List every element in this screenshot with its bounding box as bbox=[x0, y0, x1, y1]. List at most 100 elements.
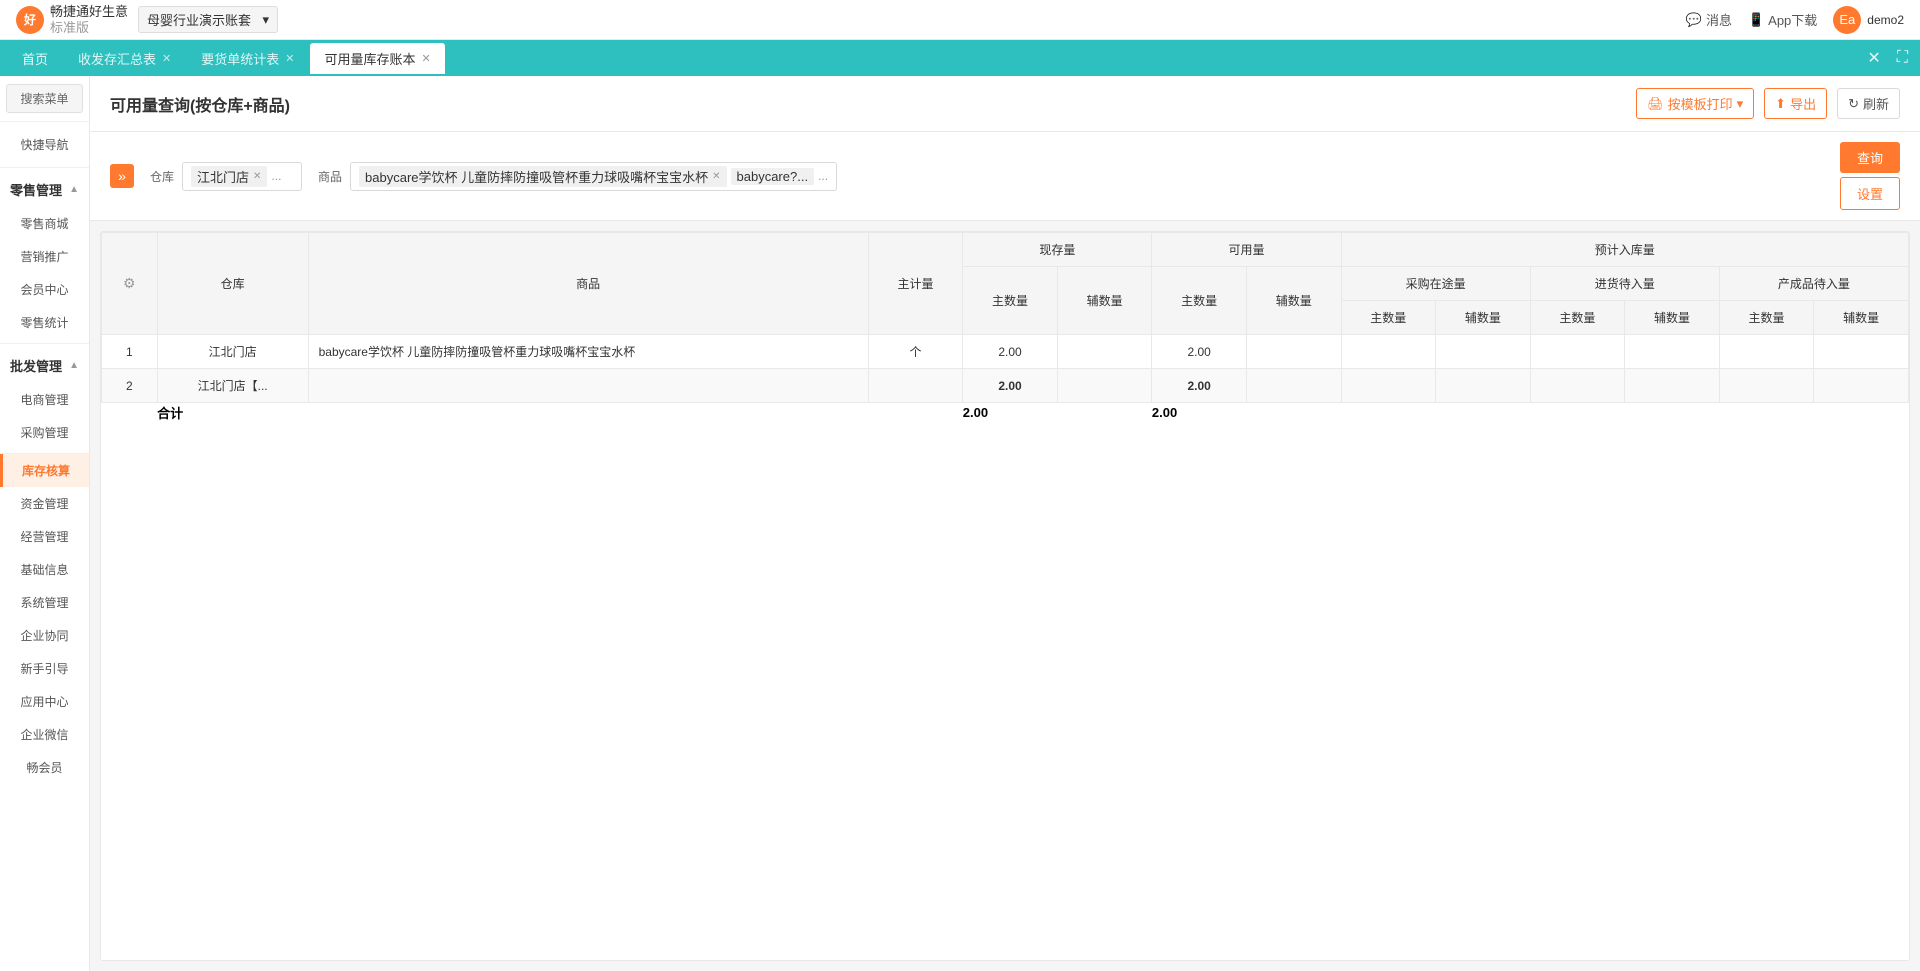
product-tag-1-close[interactable]: ✕ bbox=[712, 171, 720, 182]
row-2-incoming-aux bbox=[1625, 369, 1720, 403]
expand-icon[interactable]: ⛶ bbox=[1893, 45, 1912, 71]
top-bar-right: 💬 消息 📱 App下载 Ea demo2 bbox=[1686, 6, 1904, 34]
row-2-production-aux bbox=[1814, 369, 1909, 403]
sidebar-item-marketing[interactable]: 营销推广 bbox=[0, 240, 89, 273]
search-btn[interactable]: 查询 bbox=[1840, 142, 1900, 173]
sidebar-item-business[interactable]: 经营管理 bbox=[0, 520, 89, 553]
message-icon: 💬 bbox=[1686, 12, 1702, 28]
warehouse-tag-close[interactable]: ✕ bbox=[253, 171, 261, 182]
sidebar-item-basic-info[interactable]: 基础信息 bbox=[0, 553, 89, 586]
footer-purchase-transit-aux bbox=[1436, 403, 1531, 423]
arrow-down-icon: ▲ bbox=[69, 360, 79, 371]
sidebar-item-vip[interactable]: 畅会员 bbox=[0, 751, 89, 784]
tab-order-stats[interactable]: 要货单统计表 ✕ bbox=[187, 43, 308, 74]
filter-product-group: 商品 babycare学饮杯 儿童防摔防撞吸管杯重力球吸嘴杯宝宝水杯 ✕ bab… bbox=[318, 162, 837, 191]
user-area[interactable]: Ea demo2 bbox=[1833, 6, 1904, 34]
sidebar-item-enterprise[interactable]: 企业协同 bbox=[0, 619, 89, 652]
close-all-icon[interactable]: ✕ bbox=[1863, 44, 1884, 72]
row-1-product: babycare学饮杯 儿童防摔防撞吸管杯重力球吸嘴杯宝宝水杯 bbox=[308, 335, 868, 369]
th-current-stock-group: 现存量 bbox=[963, 233, 1152, 267]
th-settings: ⚙ bbox=[102, 233, 158, 335]
sidebar: 搜索菜单 快捷导航 零售管理 ▲ 零售商城 营销推广 会员中心 零售统计 批发管… bbox=[0, 76, 90, 971]
content-area: 可用量查询(按仓库+商品) 🖨 按模板打印 ▾ ⬆ 导出 ↻ 刷新 » bbox=[90, 76, 1920, 971]
sidebar-item-system[interactable]: 系统管理 bbox=[0, 586, 89, 619]
app-icon: 📱 bbox=[1748, 12, 1764, 28]
export-btn[interactable]: ⬆ 导出 bbox=[1764, 88, 1827, 119]
row-1-purchase-transit-aux bbox=[1436, 335, 1531, 369]
th-planned-in-group: 预计入库量 bbox=[1341, 233, 1908, 267]
row-1-current-aux bbox=[1057, 335, 1152, 369]
th-production-main: 主数量 bbox=[1719, 301, 1814, 335]
filter-section: » 仓库 江北门店 ✕ ... 商品 babycare学饮杯 儿童防摔防撞吸管杯… bbox=[90, 132, 1920, 221]
th-incoming-main: 主数量 bbox=[1530, 301, 1625, 335]
row-1-warehouse: 江北门店 bbox=[157, 335, 308, 369]
row-2-current-main: 2.00 bbox=[963, 369, 1058, 403]
product-more[interactable]: ... bbox=[818, 169, 828, 183]
th-purchase-transit-group: 采购在途量 bbox=[1341, 267, 1530, 301]
sidebar-item-app-center[interactable]: 应用中心 bbox=[0, 685, 89, 718]
sidebar-item-wechat[interactable]: 企业微信 bbox=[0, 718, 89, 751]
row-2-purchase-transit-aux bbox=[1436, 369, 1531, 403]
row-2-unit bbox=[868, 369, 963, 403]
refresh-btn[interactable]: ↻ 刷新 bbox=[1837, 88, 1900, 119]
tab-home[interactable]: 首页 bbox=[8, 43, 62, 74]
row-1-production-aux bbox=[1814, 335, 1909, 369]
th-unit: 主计量 bbox=[868, 233, 963, 335]
sidebar-item-guide[interactable]: 新手引导 bbox=[0, 652, 89, 685]
th-warehouse: 仓库 bbox=[157, 233, 308, 335]
row-1-production-main bbox=[1719, 335, 1814, 369]
warehouse-label: 仓库 bbox=[150, 168, 174, 185]
row-2-product bbox=[308, 369, 868, 403]
row-2-warehouse: 江北门店【... bbox=[157, 369, 308, 403]
warehouse-input[interactable]: 江北门店 ✕ ... bbox=[182, 162, 302, 191]
row-2-production-main bbox=[1719, 369, 1814, 403]
product-tag-2: babycare?... bbox=[731, 168, 815, 185]
logo-icon: 好 bbox=[16, 6, 44, 34]
table-row: 2 江北门店【... 2.00 2.00 bbox=[102, 369, 1909, 403]
industry-select[interactable]: 母婴行业演示账套 ▾ bbox=[138, 6, 278, 33]
tab-summary[interactable]: 收发存汇总表 ✕ bbox=[64, 43, 185, 74]
sidebar-section-wholesale-header[interactable]: 批发管理 ▲ bbox=[0, 348, 89, 383]
footer-incoming-main bbox=[1530, 403, 1625, 423]
sidebar-item-inventory[interactable]: 库存核算 bbox=[0, 454, 89, 487]
sidebar-quick-nav: 快捷导航 bbox=[0, 122, 89, 168]
message-btn[interactable]: 💬 消息 bbox=[1686, 10, 1732, 29]
warehouse-more[interactable]: ... bbox=[271, 169, 281, 183]
row-1-current-main: 2.00 bbox=[963, 335, 1058, 369]
sidebar-item-member[interactable]: 会员中心 bbox=[0, 273, 89, 306]
close-available-stock-icon[interactable]: ✕ bbox=[422, 52, 431, 65]
product-label: 商品 bbox=[318, 168, 342, 185]
row-2-available-main: 2.00 bbox=[1152, 369, 1247, 403]
print-icon: 🖨 bbox=[1647, 96, 1664, 112]
th-purchase-transit-main: 主数量 bbox=[1341, 301, 1436, 335]
sidebar-item-retail-stats[interactable]: 零售统计 bbox=[0, 306, 89, 339]
sidebar-item-purchase[interactable]: 采购管理 bbox=[0, 416, 89, 449]
close-order-stats-icon[interactable]: ✕ bbox=[285, 52, 294, 65]
footer-incoming-aux bbox=[1625, 403, 1720, 423]
top-bar-left: 好 畅捷通好生意 标准版 母婴行业演示账套 ▾ bbox=[16, 4, 278, 35]
row-2-incoming-main bbox=[1530, 369, 1625, 403]
tab-available-stock[interactable]: 可用量库存账本 ✕ bbox=[310, 43, 444, 74]
filter-warehouse-group: 仓库 江北门店 ✕ ... bbox=[150, 162, 302, 191]
table-row: 1 江北门店 babycare学饮杯 儿童防摔防撞吸管杯重力球吸嘴杯宝宝水杯 个… bbox=[102, 335, 1909, 369]
app-download-btn[interactable]: 📱 App下载 bbox=[1748, 10, 1817, 29]
footer-production-aux bbox=[1814, 403, 1909, 423]
user-name[interactable]: demo2 bbox=[1867, 13, 1904, 27]
sidebar-item-retail-mall[interactable]: 零售商城 bbox=[0, 207, 89, 240]
product-input[interactable]: babycare学饮杯 儿童防摔防撞吸管杯重力球吸嘴杯宝宝水杯 ✕ babyca… bbox=[350, 162, 837, 191]
row-1-index: 1 bbox=[102, 335, 158, 369]
close-summary-icon[interactable]: ✕ bbox=[162, 52, 171, 65]
sidebar-section-retail: 零售管理 ▲ 零售商城 营销推广 会员中心 零售统计 bbox=[0, 168, 89, 344]
column-settings-icon[interactable]: ⚙ bbox=[123, 275, 136, 291]
sidebar-item-ecommerce[interactable]: 电商管理 bbox=[0, 383, 89, 416]
filter-toggle-btn[interactable]: » bbox=[110, 164, 134, 188]
template-print-btn[interactable]: 🖨 按模板打印 ▾ bbox=[1636, 88, 1754, 119]
settings-filter-btn[interactable]: 设置 bbox=[1840, 177, 1900, 210]
chevron-down-icon: ▾ bbox=[262, 12, 269, 28]
page-actions: 🖨 按模板打印 ▾ ⬆ 导出 ↻ 刷新 bbox=[1636, 88, 1900, 119]
row-2-available-aux bbox=[1246, 369, 1341, 403]
search-menu-btn[interactable]: 搜索菜单 bbox=[6, 84, 83, 113]
sidebar-section-retail-header[interactable]: 零售管理 ▲ bbox=[0, 172, 89, 207]
sidebar-item-quick-nav[interactable]: 快捷导航 bbox=[0, 128, 89, 161]
sidebar-item-finance[interactable]: 资金管理 bbox=[0, 487, 89, 520]
